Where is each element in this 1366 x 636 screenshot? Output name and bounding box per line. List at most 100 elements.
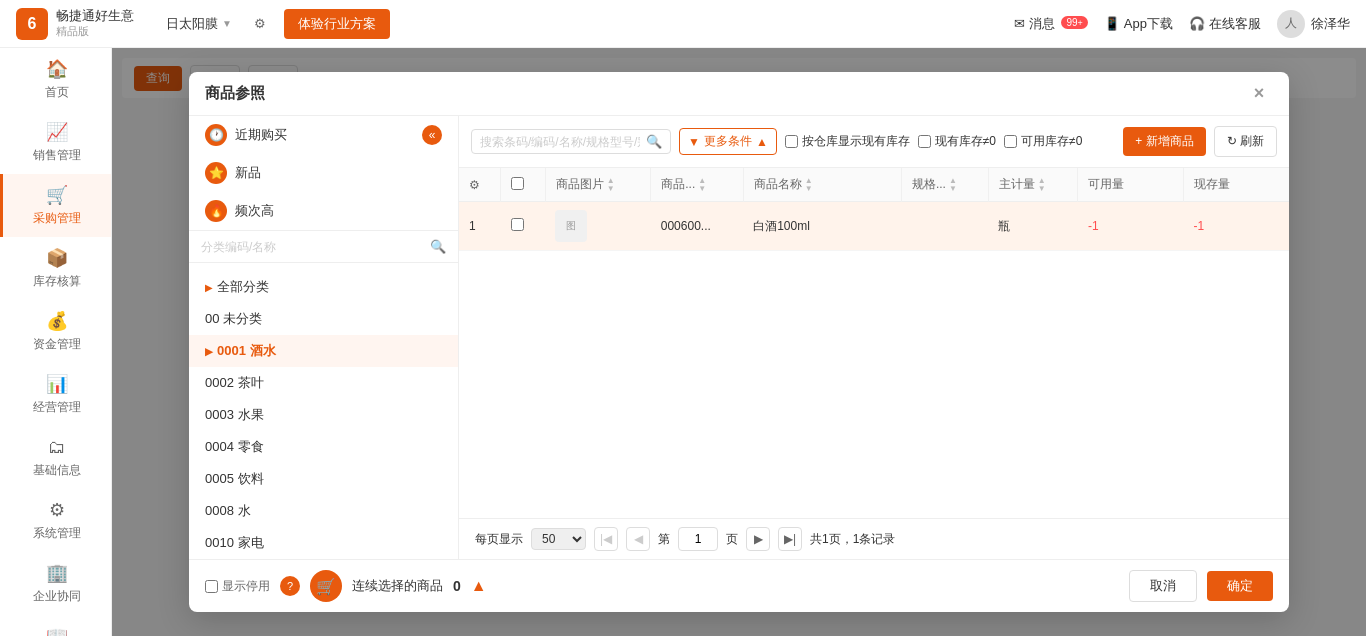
message-icon: ✉ <box>1014 16 1025 31</box>
purchase-icon: 🛒 <box>46 184 68 206</box>
user-profile-area[interactable]: 人 徐泽华 <box>1277 10 1350 38</box>
headset-icon: 🎧 <box>1189 16 1205 31</box>
usable-stock-checkbox[interactable] <box>1004 135 1017 148</box>
show-disabled-checkbox[interactable]: 显示停用 <box>205 578 270 595</box>
category-item-0004[interactable]: 0004 零食 <box>189 431 458 463</box>
next-page-button[interactable]: ▶ <box>746 527 770 551</box>
product-search-icon[interactable]: 🔍 <box>646 134 662 149</box>
store-name: 日太阳膜 <box>166 15 218 33</box>
show-disabled-input[interactable] <box>205 580 218 593</box>
category-label-0010: 0010 家电 <box>205 534 264 552</box>
recent-icon: 🕐 <box>205 124 227 146</box>
page-size-select[interactable]: 50 20 100 <box>531 528 586 550</box>
category-item-0010[interactable]: 0010 家电 <box>189 527 458 559</box>
quick-btn-frequent[interactable]: 🔥 频次高 <box>189 192 458 230</box>
last-page-button[interactable]: ▶| <box>778 527 802 551</box>
online-service-nav-item[interactable]: 🎧 在线客服 <box>1189 15 1261 33</box>
category-search-area: 🔍 <box>189 231 458 263</box>
sidebar-label-finance: 资金管理 <box>33 336 81 353</box>
experience-button[interactable]: 体验行业方案 <box>284 9 390 39</box>
sidebar-item-enterprise[interactable]: 🏢 企业协同 <box>0 552 111 615</box>
category-item-0008[interactable]: 0008 水 <box>189 495 458 527</box>
available-stock-filter[interactable]: 现有库存≠0 <box>918 133 996 150</box>
table-row[interactable]: 1 图 000600... 白酒100ml <box>459 202 1289 251</box>
th-spec: 规格... ▲▼ <box>901 168 988 202</box>
sidebar-item-system[interactable]: ⚙ 系统管理 <box>0 489 111 552</box>
filter-arrow-icon: ▲ <box>756 135 768 149</box>
sidebar-item-guide[interactable]: 📖 新手引导 <box>0 615 111 636</box>
td-available: -1 <box>1078 202 1184 251</box>
confirm-button[interactable]: 确定 <box>1207 571 1273 601</box>
category-search-icon[interactable]: 🔍 <box>430 239 446 254</box>
category-item-0003[interactable]: 0003 水果 <box>189 399 458 431</box>
more-filter-button[interactable]: ▼ 更多条件 ▲ <box>679 128 777 155</box>
logo-text-group: 畅捷通好生意 精品版 <box>56 8 134 39</box>
messages-nav-item[interactable]: ✉ 消息 99 <box>1014 15 1087 33</box>
settings-icon[interactable]: ⚙ <box>244 8 276 40</box>
help-button[interactable]: ? <box>280 576 300 596</box>
sort-arrows-code[interactable]: ▲▼ <box>698 177 706 193</box>
sidebar-item-sales[interactable]: 📈 销售管理 <box>0 111 111 174</box>
select-all-checkbox[interactable] <box>511 177 524 190</box>
cart-button[interactable]: 🛒 <box>310 570 342 602</box>
nav-right-area: ✉ 消息 99 📱 App下载 🎧 在线客服 人 徐泽华 <box>1014 10 1350 38</box>
add-product-button[interactable]: + 新增商品 <box>1123 127 1205 156</box>
sort-arrows-image[interactable]: ▲▼ <box>607 177 615 193</box>
warehouse-stock-filter[interactable]: 按仓库显示现有库存 <box>785 133 910 150</box>
avatar: 人 <box>1277 10 1305 38</box>
td-num: 1 <box>459 202 501 251</box>
category-item-0005[interactable]: 0005 饮料 <box>189 463 458 495</box>
product-search-input[interactable] <box>480 135 640 149</box>
category-item-all[interactable]: ▶ 全部分类 <box>189 271 458 303</box>
sort-arrows-name[interactable]: ▲▼ <box>805 177 813 193</box>
quick-btn-new-label: 新品 <box>235 164 261 182</box>
sidebar-item-home[interactable]: 🏠 首页 <box>0 48 111 111</box>
th-code-label: 商品... <box>661 176 695 193</box>
finance-icon: 💰 <box>46 310 68 332</box>
sort-arrows-unit[interactable]: ▲▼ <box>1038 177 1046 193</box>
collapse-button[interactable]: « <box>422 125 442 145</box>
category-item-00[interactable]: 00 未分类 <box>189 303 458 335</box>
sidebar-item-operation[interactable]: 📊 经营管理 <box>0 363 111 426</box>
main-layout: 🏠 首页 📈 销售管理 🛒 采购管理 📦 库存核算 💰 资金管理 📊 经营管理 … <box>0 48 1366 636</box>
show-disabled-label: 显示停用 <box>222 578 270 595</box>
modal-toolbar: 🔍 ▼ 更多条件 ▲ 按仓库显示现有库存 <box>459 116 1289 168</box>
sidebar-item-inventory[interactable]: 📦 库存核算 <box>0 237 111 300</box>
th-checkbox <box>501 168 546 202</box>
sidebar-item-purchase[interactable]: 🛒 采购管理 <box>0 174 111 237</box>
modal-close-button[interactable]: × <box>1245 80 1273 108</box>
row-checkbox[interactable] <box>511 218 524 231</box>
sidebar-label-inventory: 库存核算 <box>33 273 81 290</box>
quick-btn-new[interactable]: ⭐ 新品 <box>189 154 458 192</box>
top-navigation: 6 畅捷通好生意 精品版 日太阳膜 ▼ ⚙ 体验行业方案 ✉ 消息 99 📱 A… <box>0 0 1366 48</box>
cart-count: 0 <box>453 578 461 594</box>
sort-arrows-spec[interactable]: ▲▼ <box>949 177 957 193</box>
category-search-input[interactable] <box>201 240 424 254</box>
app-download-label: App下载 <box>1124 15 1173 33</box>
sidebar-item-basic[interactable]: 🗂 基础信息 <box>0 426 111 489</box>
table-settings-icon[interactable]: ⚙ <box>469 178 480 192</box>
modal-title: 商品参照 <box>205 84 265 103</box>
current-page-input[interactable] <box>678 527 718 551</box>
prev-page-button[interactable]: ◀ <box>626 527 650 551</box>
th-spec-label: 规格... <box>912 176 946 193</box>
sidebar-item-finance[interactable]: 💰 资金管理 <box>0 300 111 363</box>
left-sidebar: 🏠 首页 📈 销售管理 🛒 采购管理 📦 库存核算 💰 资金管理 📊 经营管理 … <box>0 48 112 636</box>
inventory-icon: 📦 <box>46 247 68 269</box>
quick-btn-recent[interactable]: 🕐 近期购买 « <box>189 116 458 154</box>
category-item-0002[interactable]: 0002 茶叶 <box>189 367 458 399</box>
available-stock-checkbox[interactable] <box>918 135 931 148</box>
category-item-0001[interactable]: ▶ 0001 酒水 <box>189 335 458 367</box>
modal-footer: 显示停用 ? 🛒 连续选择的商品 0 ▲ 取消 确定 <box>189 559 1289 612</box>
th-available-label: 可用量 <box>1088 177 1124 191</box>
app-download-nav-item[interactable]: 📱 App下载 <box>1104 15 1173 33</box>
td-checkbox <box>501 202 546 251</box>
cancel-button[interactable]: 取消 <box>1129 570 1197 602</box>
store-selector[interactable]: 日太阳膜 ▼ <box>154 0 244 48</box>
warehouse-stock-checkbox[interactable] <box>785 135 798 148</box>
first-page-button[interactable]: |◀ <box>594 527 618 551</box>
usable-stock-filter[interactable]: 可用库存≠0 <box>1004 133 1082 150</box>
refresh-button[interactable]: ↻ 刷新 <box>1214 126 1277 157</box>
footer-collapse-icon[interactable]: ▲ <box>471 577 487 595</box>
th-settings: ⚙ <box>459 168 501 202</box>
